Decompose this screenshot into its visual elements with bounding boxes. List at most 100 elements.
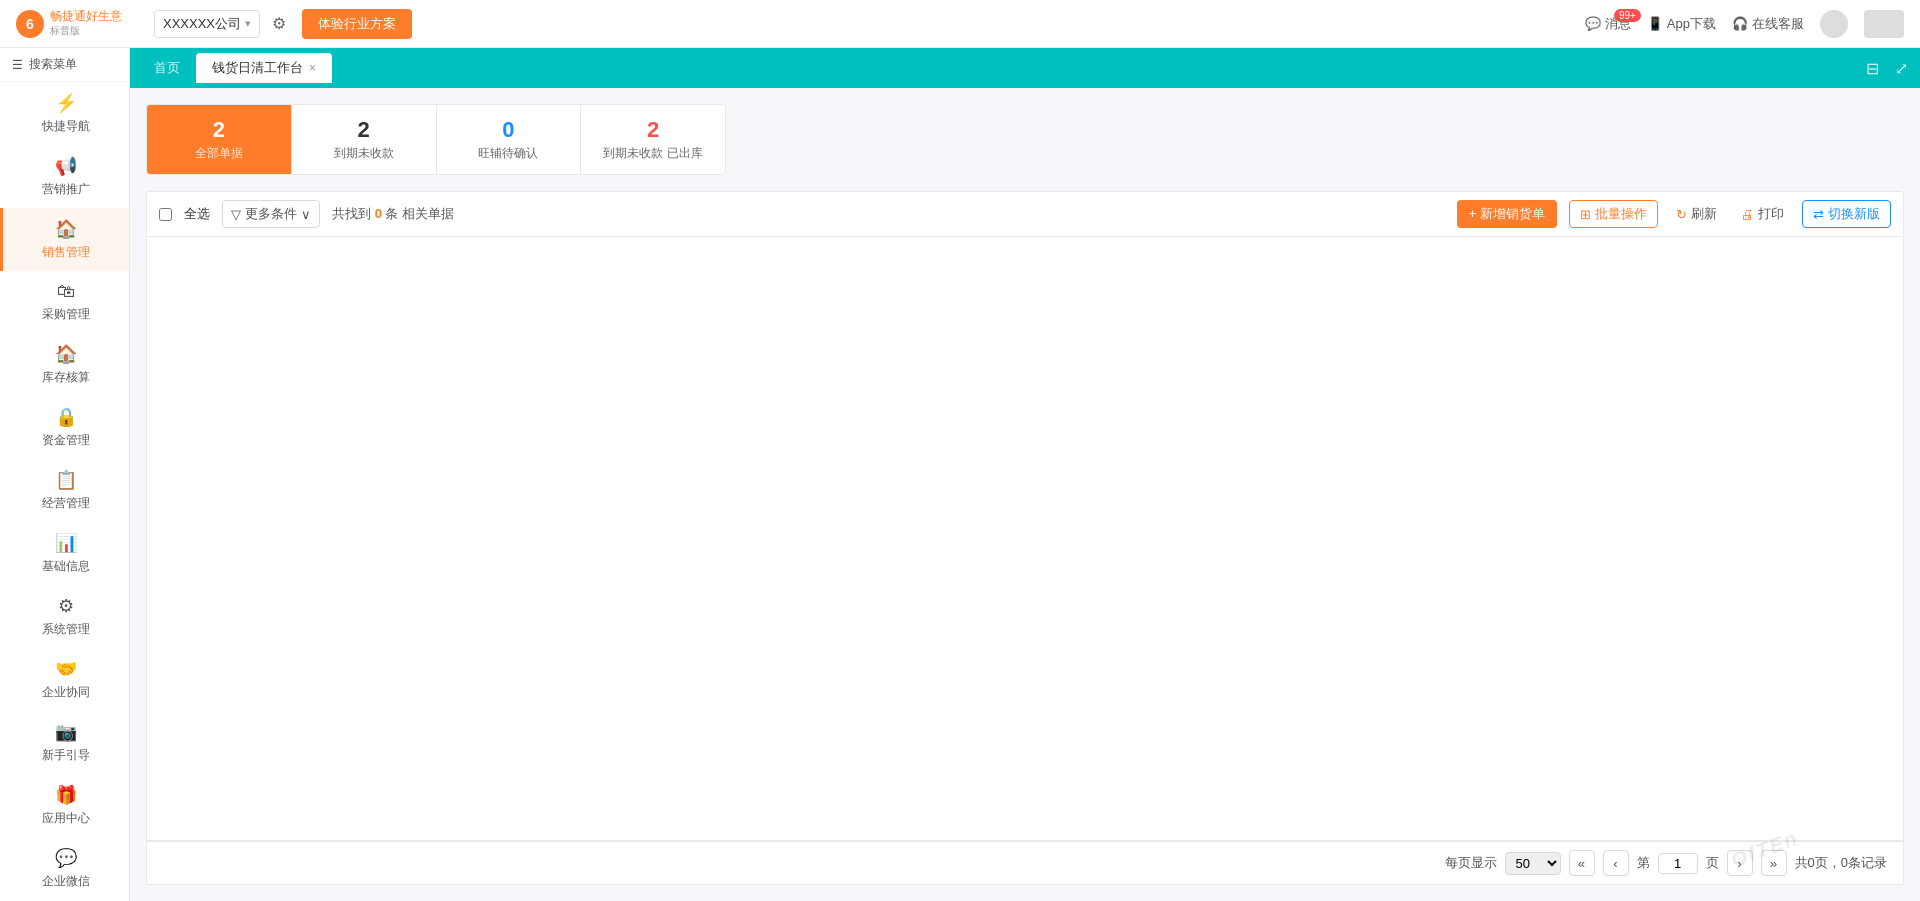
refresh-button[interactable]: ↻ 刷新 [1670, 201, 1723, 227]
stat-num-shipped: 2 [601, 117, 705, 143]
lightning-icon: ⚡ [55, 92, 77, 114]
stat-card-shipped[interactable]: 2 到期未收款 已出库 [581, 105, 725, 174]
headset-icon: 🎧 [1732, 16, 1748, 31]
app-download-button[interactable]: 📱 App下载 [1647, 15, 1716, 33]
sidebar-item-quick-nav[interactable]: ⚡ 快捷导航 [0, 82, 129, 145]
sidebar-item-operation[interactable]: 📋 经营管理 [0, 459, 129, 522]
sidebar-item-wechat[interactable]: 💬 企业微信 [0, 837, 129, 900]
add-sales-order-button[interactable]: + 新增销货单 [1457, 200, 1557, 228]
bag-icon: 🛍 [57, 281, 75, 302]
stat-card-pending[interactable]: 0 旺辅待确认 [437, 105, 582, 174]
select-all-checkbox[interactable] [159, 208, 172, 221]
sidebar-label-enterprise: 企业协同 [42, 684, 90, 701]
camera-icon: 📷 [55, 721, 77, 743]
message-icon: 💬 [1585, 16, 1601, 31]
sidebar-label-basic-info: 基础信息 [42, 558, 90, 575]
next-page-button[interactable]: › [1727, 850, 1753, 876]
logo-sub: 标普版 [50, 24, 122, 38]
stats-row: 2 全部单据 2 到期未收款 0 旺辅待确认 2 到期未收款 已出库 [146, 104, 726, 175]
app-download-label: App下载 [1667, 15, 1716, 33]
filter-button[interactable]: ▽ 更多条件 ∨ [222, 200, 320, 228]
table-icon: 📊 [55, 532, 77, 554]
settings-icon[interactable]: ⚙ [268, 10, 290, 37]
sidebar-item-basic-info[interactable]: 📊 基础信息 [0, 522, 129, 585]
sidebar-label-marketing: 营销推广 [42, 181, 90, 198]
sidebar-item-enterprise[interactable]: 🤝 企业协同 [0, 648, 129, 711]
sidebar-label-capital: 资金管理 [42, 432, 90, 449]
batch-operation-button[interactable]: ⊞ 批量操作 [1569, 200, 1658, 228]
page-suffix: 页 [1706, 854, 1719, 872]
sidebar-item-capital[interactable]: 🔒 资金管理 [0, 396, 129, 459]
minimize-icon[interactable]: ⊟ [1862, 57, 1883, 80]
stat-card-overdue[interactable]: 2 到期未收款 [292, 105, 437, 174]
sidebar-item-newbie[interactable]: 📷 新手引导 [0, 711, 129, 774]
megaphone-icon: 📢 [55, 155, 77, 177]
stat-card-all[interactable]: 2 全部单据 [147, 105, 292, 174]
company-selector[interactable]: XXXXXX公司 ▾ [154, 10, 260, 38]
tab-bar-actions: ⊟ ⤢ [1862, 57, 1912, 80]
total-records: 共0页，0条记录 [1795, 854, 1887, 872]
stat-label-pending: 旺辅待确认 [457, 145, 561, 162]
filter-label: 更多条件 [245, 205, 297, 223]
sidebar-label-newbie: 新手引导 [42, 747, 90, 764]
wechat-icon: 💬 [55, 847, 77, 869]
tab-bar: 首页 钱货日清工作台 × ⊟ ⤢ [130, 48, 1920, 88]
sidebar-label-wechat: 企业微信 [42, 873, 90, 890]
sidebar-item-app-center[interactable]: 🎁 应用中心 [0, 774, 129, 837]
page-input[interactable] [1658, 853, 1698, 874]
logo-name: 畅捷通好生意 [50, 9, 122, 25]
main-layout: ☰ 搜索菜单 ⚡ 快捷导航 📢 营销推广 🏠 销售管理 🛍 采购管理 🏠 库存核… [0, 48, 1920, 901]
last-page-button[interactable]: » [1761, 850, 1787, 876]
page-label: 第 [1637, 854, 1650, 872]
search-label: 搜索菜单 [29, 56, 77, 73]
tab-home[interactable]: 首页 [138, 53, 196, 83]
sidebar-label-quick-nav: 快捷导航 [42, 118, 90, 135]
trial-button[interactable]: 体验行业方案 [302, 9, 412, 39]
print-label: 打印 [1758, 205, 1784, 223]
first-page-button[interactable]: « [1569, 850, 1595, 876]
header-right: 💬 消息 99+ 📱 App下载 🎧 在线客服 [1585, 10, 1904, 38]
print-button[interactable]: 🖨 打印 [1735, 201, 1790, 227]
user-name-placeholder [1864, 10, 1904, 38]
message-button[interactable]: 💬 消息 99+ [1585, 15, 1631, 33]
tab-work-bench[interactable]: 钱货日清工作台 × [196, 53, 332, 83]
chevron-down-icon: ▾ [245, 17, 251, 30]
gift-icon: 🎁 [55, 784, 77, 806]
per-page-select[interactable]: 50 100 200 [1505, 852, 1561, 875]
grid-icon: ⊞ [1580, 207, 1591, 222]
sidebar-label-system: 系统管理 [42, 621, 90, 638]
stat-label-shipped: 到期未收款 已出库 [601, 145, 705, 162]
message-badge: 99+ [1614, 9, 1641, 22]
prev-page-button[interactable]: ‹ [1603, 850, 1629, 876]
inventory-icon: 🏠 [55, 343, 77, 365]
sidebar-item-inventory[interactable]: 🏠 库存核算 [0, 333, 129, 396]
online-service-button[interactable]: 🎧 在线客服 [1732, 15, 1804, 33]
switch-icon: ⇄ [1813, 207, 1824, 222]
main-content: 首页 钱货日清工作台 × ⊟ ⤢ 2 全部单据 2 到期未收款 [130, 48, 1920, 901]
stat-label-overdue: 到期未收款 [312, 145, 416, 162]
tab-close-icon[interactable]: × [309, 61, 316, 75]
toolbar: 全选 ▽ 更多条件 ∨ 共找到 0 条 相关单据 + 新增销货单 ⊞ 批量操作 [146, 191, 1904, 237]
sidebar-label-sales: 销售管理 [42, 244, 90, 261]
sidebar-label-operation: 经营管理 [42, 495, 90, 512]
filter-arrow-icon: ∨ [301, 207, 311, 222]
toolbar-right: + 新增销货单 ⊞ 批量操作 ↻ 刷新 🖨 打印 ⇄ [1457, 200, 1891, 228]
sidebar-item-marketing[interactable]: 📢 营销推广 [0, 145, 129, 208]
sidebar-item-purchase[interactable]: 🛍 采购管理 [0, 271, 129, 333]
sidebar: ☰ 搜索菜单 ⚡ 快捷导航 📢 营销推广 🏠 销售管理 🛍 采购管理 🏠 库存核… [0, 48, 130, 901]
batch-label: 批量操作 [1595, 205, 1647, 223]
logo-icon: 6 [16, 10, 44, 38]
sidebar-item-system[interactable]: ⚙ 系统管理 [0, 585, 129, 648]
maximize-icon[interactable]: ⤢ [1891, 57, 1912, 80]
search-icon: ☰ [12, 58, 23, 72]
stat-num-pending: 0 [457, 117, 561, 143]
sidebar-item-sales[interactable]: 🏠 销售管理 [0, 208, 129, 271]
logo-text-group: 畅捷通好生意 标普版 [50, 9, 122, 39]
avatar[interactable] [1820, 10, 1848, 38]
stat-num-all: 2 [167, 117, 271, 143]
lock-icon: 🔒 [55, 406, 77, 428]
switch-version-button[interactable]: ⇄ 切换新版 [1802, 200, 1891, 228]
sidebar-item-search[interactable]: ☰ 搜索菜单 [0, 48, 129, 82]
company-name: XXXXXX公司 [163, 15, 241, 33]
stat-num-overdue: 2 [312, 117, 416, 143]
